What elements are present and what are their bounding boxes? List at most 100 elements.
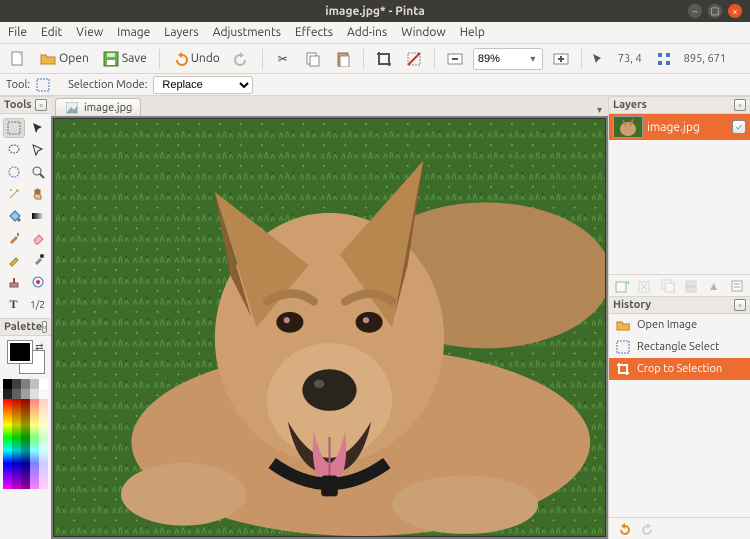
palette-panel-header[interactable]: Palette ▫ bbox=[0, 318, 51, 336]
menu-layers[interactable]: Layers bbox=[164, 26, 198, 39]
tool-text[interactable]: T bbox=[3, 294, 25, 314]
layer-properties-button[interactable] bbox=[729, 278, 744, 294]
new-button[interactable] bbox=[6, 47, 30, 71]
copy-button[interactable] bbox=[301, 47, 325, 71]
tools-panel-header[interactable]: Tools ▫ bbox=[0, 96, 51, 114]
menu-effects[interactable]: Effects bbox=[295, 26, 333, 39]
menu-help[interactable]: Help bbox=[460, 26, 485, 39]
new-file-icon bbox=[10, 51, 26, 67]
palette-panel-expander-icon[interactable]: ▫ bbox=[42, 321, 47, 333]
paste-button[interactable] bbox=[331, 47, 355, 71]
tool-move[interactable] bbox=[27, 118, 49, 138]
menu-window[interactable]: Window bbox=[401, 26, 445, 39]
minimize-button[interactable]: – bbox=[688, 4, 702, 18]
duplicate-layer-button[interactable] bbox=[661, 278, 676, 294]
history-label: Crop to Selection bbox=[637, 363, 722, 375]
redo-icon bbox=[234, 51, 250, 67]
history-redo-button[interactable] bbox=[641, 521, 657, 537]
layers-panel-header[interactable]: Layers ▫ bbox=[609, 96, 750, 114]
delete-layer-button[interactable] bbox=[638, 278, 653, 294]
open-label: Open bbox=[59, 52, 89, 65]
foreground-swatch[interactable] bbox=[8, 341, 32, 363]
layers-panel-expander-icon[interactable]: ▫ bbox=[734, 99, 746, 111]
tool-move-selection[interactable] bbox=[27, 140, 49, 160]
tools-panel-expander-icon[interactable]: ▫ bbox=[35, 99, 47, 111]
document-tabs: image.jpg ▾ bbox=[51, 96, 608, 116]
palette-colors[interactable] bbox=[3, 379, 48, 489]
redo-button[interactable] bbox=[230, 47, 254, 71]
image-size-readout: 895, 671 bbox=[684, 53, 726, 65]
menu-image[interactable]: Image bbox=[117, 26, 150, 39]
save-icon bbox=[103, 51, 119, 67]
zoom-dropdown-icon[interactable]: ▾ bbox=[524, 53, 542, 65]
tool-pan[interactable] bbox=[27, 184, 49, 204]
tool-magic-wand[interactable] bbox=[3, 184, 25, 204]
zoom-out-button[interactable] bbox=[443, 47, 467, 71]
tool-paintbrush[interactable] bbox=[3, 228, 25, 248]
zoom-input[interactable] bbox=[474, 50, 524, 68]
layer-up-button[interactable]: ▲ bbox=[706, 278, 721, 294]
canvas-image[interactable] bbox=[53, 118, 606, 537]
selection-mode-select[interactable]: Replace bbox=[153, 76, 253, 94]
menu-view[interactable]: View bbox=[76, 26, 103, 39]
tool-gradient[interactable] bbox=[27, 206, 49, 226]
canvas-area[interactable] bbox=[51, 116, 608, 539]
history-undo-button[interactable] bbox=[615, 521, 631, 537]
menu-file[interactable]: File bbox=[8, 26, 27, 39]
tool-color-picker[interactable] bbox=[27, 250, 49, 270]
open-folder-icon bbox=[40, 51, 56, 67]
layers-list: image.jpg ✓ bbox=[609, 114, 750, 274]
cut-button[interactable]: ✂ bbox=[271, 47, 295, 71]
crop-icon bbox=[615, 361, 631, 377]
deselect-button[interactable] bbox=[402, 47, 426, 71]
zoom-in-button[interactable] bbox=[549, 47, 573, 71]
menu-edit[interactable]: Edit bbox=[41, 26, 62, 39]
document-tabs-dropdown-icon[interactable]: ▾ bbox=[597, 104, 602, 116]
history-label: Open Image bbox=[637, 319, 697, 331]
menu-addins[interactable]: Add-ins bbox=[347, 26, 387, 39]
merge-layer-button[interactable] bbox=[683, 278, 698, 294]
layer-visible-checkbox[interactable]: ✓ bbox=[732, 120, 746, 134]
window-title: image.jpg* - Pinta bbox=[325, 5, 425, 18]
history-list: Open Image Rectangle Select Crop to Sele… bbox=[609, 314, 750, 517]
open-icon bbox=[615, 317, 631, 333]
undo-icon bbox=[172, 51, 188, 67]
tool-pencil[interactable] bbox=[3, 250, 25, 270]
crop-button[interactable] bbox=[372, 47, 396, 71]
image-size-icon bbox=[656, 51, 672, 67]
save-label: Save bbox=[122, 52, 147, 65]
tool-eraser[interactable] bbox=[27, 228, 49, 248]
history-panel-header[interactable]: History ▫ bbox=[609, 296, 750, 314]
color-swatch[interactable]: ⇄ bbox=[8, 341, 44, 373]
save-button[interactable]: Save bbox=[99, 47, 151, 71]
tool-clone-stamp[interactable] bbox=[3, 272, 25, 292]
history-item-open[interactable]: Open Image bbox=[609, 314, 750, 336]
history-item-crop[interactable]: Crop to Selection bbox=[609, 358, 750, 380]
layer-thumbnail bbox=[613, 116, 643, 138]
add-layer-button[interactable]: + bbox=[615, 278, 630, 294]
layer-item[interactable]: image.jpg ✓ bbox=[609, 114, 750, 140]
zoom-field-wrap[interactable]: ▾ bbox=[473, 48, 543, 70]
maximize-button[interactable]: ▢ bbox=[708, 4, 722, 18]
menu-adjustments[interactable]: Adjustments bbox=[213, 26, 281, 39]
tool-shapes[interactable]: 1/2 bbox=[27, 294, 49, 314]
history-panel-expander-icon[interactable]: ▫ bbox=[734, 299, 746, 311]
tool-zoom[interactable] bbox=[27, 162, 49, 182]
tool-lasso[interactable] bbox=[3, 140, 25, 160]
swap-colors-icon[interactable]: ⇄ bbox=[35, 341, 43, 353]
layers-panel-title: Layers bbox=[613, 99, 647, 111]
tool-recolor[interactable] bbox=[27, 272, 49, 292]
undo-button[interactable]: Undo bbox=[168, 47, 224, 71]
tool-label: Tool: bbox=[6, 79, 30, 91]
open-button[interactable]: Open bbox=[36, 47, 93, 71]
tool-paint-bucket[interactable] bbox=[3, 206, 25, 226]
history-item-rectangle-select[interactable]: Rectangle Select bbox=[609, 336, 750, 358]
title-bar: image.jpg* - Pinta – ▢ × bbox=[0, 0, 750, 22]
close-button[interactable]: × bbox=[728, 4, 742, 18]
undo-label: Undo bbox=[191, 52, 220, 65]
right-panel: Layers ▫ image.jpg ✓ + ▲ History ▫ bbox=[608, 96, 750, 539]
tool-rectangle-select[interactable] bbox=[3, 118, 25, 138]
main-toolbar: Open Save Undo ✂ ▾ 73, 4 895, 671 bbox=[0, 44, 750, 74]
tool-ellipse-select[interactable] bbox=[3, 162, 25, 182]
document-tab[interactable]: image.jpg bbox=[55, 98, 141, 116]
